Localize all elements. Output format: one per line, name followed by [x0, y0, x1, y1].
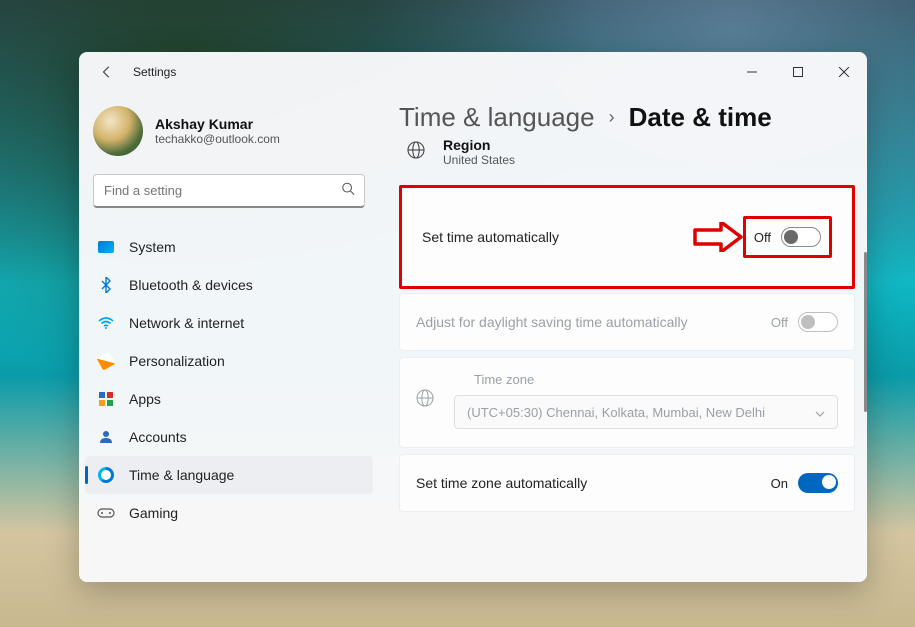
scrollbar-thumb[interactable] — [864, 252, 867, 412]
user-account-header[interactable]: Akshay Kumar techakko@outlook.com — [85, 100, 373, 174]
avatar — [93, 106, 143, 156]
timezone-globe-icon — [416, 389, 434, 412]
gaming-icon — [97, 504, 115, 522]
user-name: Akshay Kumar — [155, 116, 280, 132]
wifi-icon — [97, 314, 115, 332]
set-time-auto-card: Set time automatically Off — [399, 185, 855, 289]
sidebar-item-system[interactable]: System — [85, 228, 373, 266]
search-input[interactable] — [93, 174, 365, 208]
system-icon — [97, 238, 115, 256]
window-title: Settings — [133, 65, 176, 79]
toggle-state-text: On — [771, 476, 788, 491]
annotation-arrow-icon — [691, 222, 743, 252]
nav-list: System Bluetooth & devices Network & int… — [85, 228, 373, 532]
sidebar-item-apps[interactable]: Apps — [85, 380, 373, 418]
region-row[interactable]: Region United States — [407, 137, 867, 167]
sidebar-item-personalization[interactable]: Personalization — [85, 342, 373, 380]
personalization-icon — [97, 352, 115, 370]
back-button[interactable] — [91, 56, 123, 88]
chevron-down-icon — [815, 405, 825, 420]
timezone-value: (UTC+05:30) Chennai, Kolkata, Mumbai, Ne… — [467, 405, 765, 420]
sidebar-item-label: Personalization — [129, 353, 225, 369]
set-time-auto-toggle-group: Off — [743, 216, 832, 258]
globe-icon — [407, 141, 425, 164]
sidebar-item-time-language[interactable]: Time & language — [85, 456, 373, 494]
timezone-card: Time zone (UTC+05:30) Chennai, Kolkata, … — [399, 357, 855, 448]
bluetooth-icon — [97, 276, 115, 294]
user-email: techakko@outlook.com — [155, 132, 280, 146]
accounts-icon — [97, 428, 115, 446]
sidebar-item-label: System — [129, 239, 176, 255]
page-title: Date & time — [629, 102, 772, 133]
sidebar-item-label: Apps — [129, 391, 161, 407]
set-time-auto-toggle[interactable] — [781, 227, 821, 247]
timezone-select: (UTC+05:30) Chennai, Kolkata, Mumbai, Ne… — [454, 395, 838, 429]
sidebar-item-label: Bluetooth & devices — [129, 277, 253, 293]
sidebar: Akshay Kumar techakko@outlook.com System — [79, 92, 379, 582]
sidebar-item-label: Network & internet — [129, 315, 244, 331]
titlebar: Settings — [79, 52, 867, 92]
dst-auto-card: Adjust for daylight saving time automati… — [399, 293, 855, 351]
maximize-button[interactable] — [775, 56, 821, 88]
sidebar-item-label: Gaming — [129, 505, 178, 521]
toggle-state-text: Off — [771, 315, 788, 330]
set-tz-auto-card: Set time zone automatically On — [399, 454, 855, 512]
apps-icon — [97, 390, 115, 408]
dst-auto-toggle-group: Off — [771, 312, 838, 332]
sidebar-item-accounts[interactable]: Accounts — [85, 418, 373, 456]
minimize-button[interactable] — [729, 56, 775, 88]
main-content: Time & language › Date & time Region Uni… — [379, 92, 867, 582]
breadcrumb-parent[interactable]: Time & language — [399, 102, 595, 133]
dst-auto-label: Adjust for daylight saving time automati… — [416, 314, 688, 330]
sidebar-item-label: Time & language — [129, 467, 234, 483]
region-label: Region — [443, 137, 515, 153]
search-icon — [341, 182, 355, 201]
toggle-state-text: Off — [754, 230, 771, 245]
chevron-right-icon: › — [609, 107, 615, 128]
sidebar-item-network[interactable]: Network & internet — [85, 304, 373, 342]
breadcrumb: Time & language › Date & time — [399, 102, 867, 133]
scrollbar[interactable] — [863, 132, 867, 582]
region-value: United States — [443, 153, 515, 167]
set-time-auto-label: Set time automatically — [422, 229, 559, 245]
time-language-icon — [97, 466, 115, 484]
sidebar-item-bluetooth[interactable]: Bluetooth & devices — [85, 266, 373, 304]
set-tz-auto-label: Set time zone automatically — [416, 475, 587, 491]
settings-window: Settings Akshay Kumar techakko@outlook.c… — [79, 52, 867, 582]
timezone-label: Time zone — [474, 372, 838, 387]
close-button[interactable] — [821, 56, 867, 88]
set-tz-auto-toggle[interactable] — [798, 473, 838, 493]
sidebar-item-label: Accounts — [129, 429, 187, 445]
sidebar-item-gaming[interactable]: Gaming — [85, 494, 373, 532]
set-tz-auto-toggle-group: On — [771, 473, 838, 493]
dst-auto-toggle — [798, 312, 838, 332]
